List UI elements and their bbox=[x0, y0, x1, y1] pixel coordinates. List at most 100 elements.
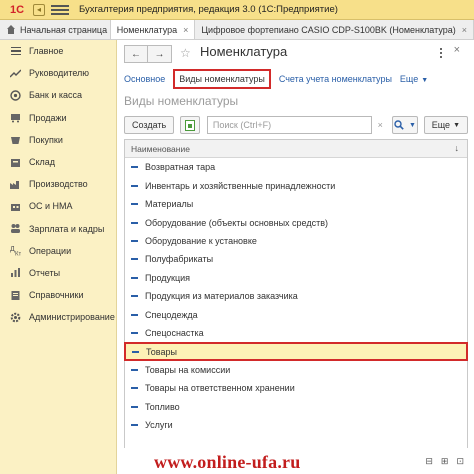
book-icon bbox=[10, 290, 21, 301]
table-row[interactable]: Товары bbox=[124, 342, 468, 361]
sidebar-item-references[interactable]: Справочники bbox=[0, 284, 116, 306]
list-table: Наименование ↓ Возвратная тара Инвентарь … bbox=[124, 139, 468, 474]
table-cell-name: Спецоснастка bbox=[145, 328, 204, 339]
chevron-down-icon: ▼ bbox=[421, 77, 429, 84]
item-marker-icon bbox=[131, 221, 138, 224]
table-row[interactable]: Оборудование (объекты основных средств) bbox=[125, 213, 467, 231]
tabs-bar: Начальная страница Номенклатура × Цифров… bbox=[0, 20, 474, 40]
close-icon[interactable]: × bbox=[462, 25, 467, 35]
table-cell-name: Материалы bbox=[145, 199, 194, 210]
sidebar-item-label: Операции bbox=[29, 245, 72, 256]
restore-icon[interactable]: ⊡ bbox=[456, 456, 464, 467]
table-cell-name: Товары на комиссии bbox=[145, 365, 231, 376]
sidebar-item-production[interactable]: Производство bbox=[0, 173, 116, 195]
tab-home-label: Начальная страница bbox=[20, 24, 108, 35]
sidebar-item-label: Главное bbox=[29, 46, 64, 57]
item-marker-icon bbox=[131, 332, 138, 335]
factory-icon bbox=[10, 179, 21, 190]
forward-button[interactable]: → bbox=[148, 45, 172, 63]
table-row[interactable]: Полуфабрикаты bbox=[125, 250, 467, 268]
sidebar-item-sales[interactable]: Продажи bbox=[0, 107, 116, 129]
table-cell-name: Топливо bbox=[145, 401, 180, 412]
table-row[interactable]: Товары на ответственном хранении bbox=[125, 379, 467, 397]
create-button[interactable]: Создать bbox=[124, 116, 175, 134]
page-title: Номенклатура bbox=[200, 44, 288, 59]
link-main[interactable]: Основное bbox=[124, 74, 165, 84]
tab-home[interactable]: Начальная страница bbox=[0, 20, 111, 39]
sort-icon[interactable]: ↓ bbox=[455, 143, 460, 153]
main-panel: ← → ☆ Номенклатура × Основное Виды номен… bbox=[118, 41, 474, 474]
sidebar-item-reports[interactable]: Отчеты bbox=[0, 262, 116, 284]
table-row[interactable]: Инвентарь и хозяйственные принадлежности bbox=[125, 176, 467, 194]
table-cell-name: Продукция из материалов заказчика bbox=[145, 291, 298, 302]
item-marker-icon bbox=[131, 258, 138, 261]
tab-nomenclature[interactable]: Номенклатура × bbox=[110, 20, 196, 39]
svg-text:Кт: Кт bbox=[15, 252, 21, 257]
sidebar-item-bank[interactable]: Банк и касса bbox=[0, 84, 116, 106]
chevron-down-icon: ▼ bbox=[408, 121, 416, 129]
app-logo-badge: ◂ bbox=[33, 3, 45, 16]
table-row[interactable]: Топливо bbox=[125, 398, 467, 416]
maximize-icon[interactable]: ⊞ bbox=[441, 456, 449, 467]
sidebar-item-label: Справочники bbox=[29, 290, 84, 301]
favorite-star-icon[interactable]: ☆ bbox=[180, 46, 191, 60]
window-controls: ⊟ ⊞ ⊡ bbox=[425, 456, 464, 467]
item-marker-icon bbox=[131, 424, 138, 427]
sidebar-item-operations[interactable]: Д Кт Операции bbox=[0, 240, 116, 262]
table-row[interactable]: Продукция из материалов заказчика bbox=[125, 287, 467, 305]
search-button[interactable]: ▼ bbox=[392, 116, 418, 134]
search-icon bbox=[394, 120, 404, 130]
close-icon[interactable]: × bbox=[183, 25, 188, 35]
sidebar-item-admin[interactable]: Администрирование bbox=[0, 306, 116, 328]
search-input[interactable]: Поиск (Ctrl+F) bbox=[206, 116, 373, 134]
link-accounts[interactable]: Счета учета номенклатуры bbox=[279, 74, 392, 84]
table-row[interactable]: Продукция bbox=[125, 269, 467, 287]
sidebar-item-salary[interactable]: Зарплата и кадры bbox=[0, 218, 116, 240]
item-marker-icon bbox=[131, 203, 138, 206]
table-row[interactable]: Оборудование к установке bbox=[125, 232, 467, 250]
table-row[interactable]: Спецоснастка bbox=[125, 324, 467, 342]
sidebar-item-label: ОС и НМА bbox=[29, 201, 73, 212]
sidebar-item-label: Руководителю bbox=[29, 68, 90, 79]
copy-button[interactable] bbox=[180, 116, 200, 134]
app-title: Бухгалтерия предприятия, редакция 3.0 (1… bbox=[79, 4, 338, 15]
table-row[interactable]: Услуги bbox=[125, 416, 467, 434]
sidebar-item-purchases[interactable]: Покупки bbox=[0, 129, 116, 151]
sidebar-item-label: Отчеты bbox=[29, 267, 61, 278]
table-body: Возвратная тара Инвентарь и хозяйственные… bbox=[124, 158, 468, 435]
sidebar-item-label: Продажи bbox=[29, 112, 67, 123]
link-more-label: Еще bbox=[399, 74, 419, 84]
sidebar-item-warehouse[interactable]: Склад bbox=[0, 151, 116, 173]
building-icon bbox=[10, 201, 21, 212]
close-icon[interactable]: × bbox=[454, 44, 460, 56]
more-actions-icon[interactable] bbox=[440, 48, 442, 58]
table-cell-name: Продукция bbox=[145, 272, 191, 283]
back-button[interactable]: ← bbox=[124, 45, 148, 63]
tab-product-item[interactable]: Цифровое фортепиано CASIO CDP-S100BK (Но… bbox=[195, 20, 474, 39]
table-row[interactable]: Возвратная тара bbox=[125, 158, 467, 176]
tab-label: Цифровое фортепиано CASIO CDP-S100BK (Но… bbox=[201, 24, 456, 35]
sidebar-item-manager[interactable]: Руководителю bbox=[0, 62, 116, 84]
item-marker-icon bbox=[131, 239, 138, 242]
table-cell-name: Товары bbox=[146, 346, 177, 357]
sidebar-item-assets[interactable]: ОС и НМА bbox=[0, 195, 116, 217]
more-button[interactable]: Еще ▼ bbox=[423, 116, 468, 134]
item-marker-icon bbox=[131, 276, 138, 279]
basket-icon bbox=[10, 134, 21, 145]
sidebar-item-label: Производство bbox=[29, 179, 88, 190]
table-row[interactable]: Материалы bbox=[125, 195, 467, 213]
sidebar-item-main[interactable]: Главное bbox=[0, 40, 116, 62]
watermark-text: www.online-ufa.ru bbox=[154, 452, 301, 472]
clear-search-icon[interactable]: × bbox=[374, 116, 386, 134]
main-menu-icon[interactable] bbox=[51, 3, 69, 17]
tab-label: Номенклатура bbox=[116, 24, 178, 35]
table-row[interactable]: Спецодежда bbox=[125, 306, 467, 324]
column-header-name[interactable]: Наименование ↓ bbox=[125, 140, 467, 158]
title-bar: 1С ◂ Бухгалтерия предприятия, редакция 3… bbox=[0, 0, 474, 20]
link-nomenclature-kinds[interactable]: Виды номенклатуры bbox=[173, 69, 271, 89]
table-row[interactable]: Товары на комиссии bbox=[125, 361, 467, 379]
copy-icon bbox=[185, 119, 196, 131]
minimize-icon[interactable]: ⊟ bbox=[425, 456, 433, 467]
link-more[interactable]: Еще ▼ bbox=[400, 74, 428, 84]
sidebar-item-label: Администрирование bbox=[29, 312, 115, 323]
